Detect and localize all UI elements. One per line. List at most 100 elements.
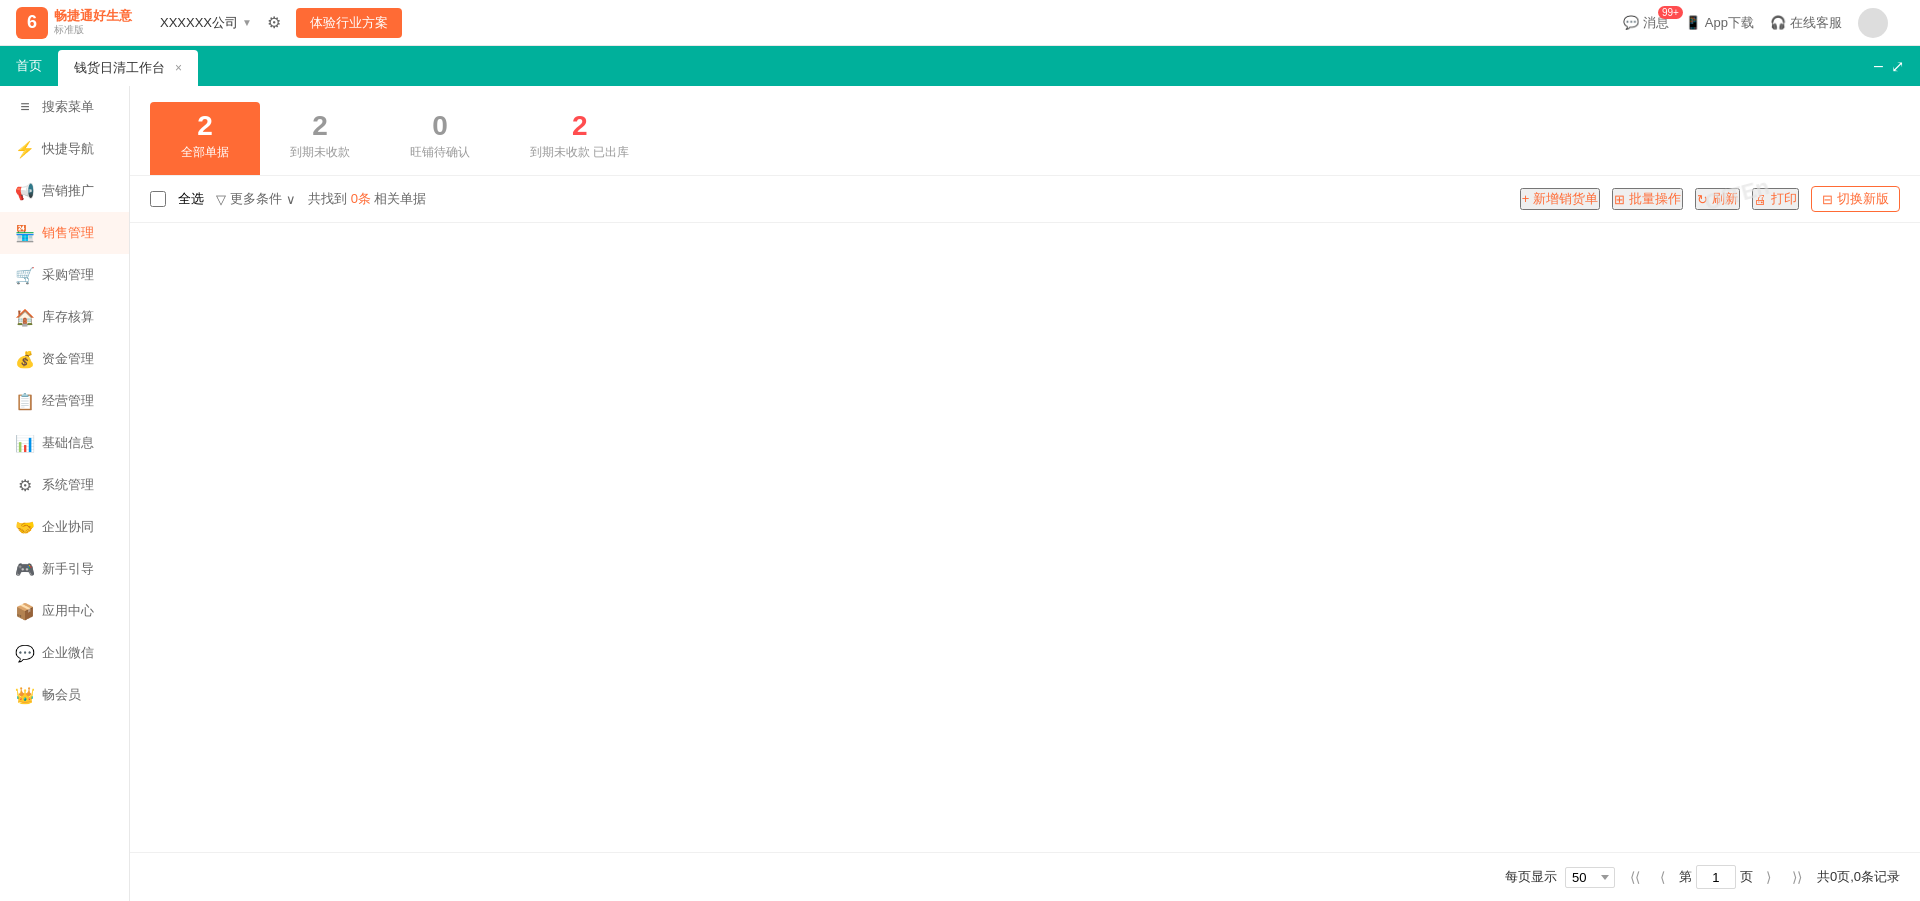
page-prev-button[interactable]: ⟨ — [1651, 865, 1675, 889]
page-last-button[interactable]: ⟩⟩ — [1785, 865, 1809, 889]
found-suffix: 相关单据 — [374, 191, 426, 206]
sidebar-item-member[interactable]: 👑 畅会员 — [0, 674, 129, 716]
switch-label: 切换新版 — [1837, 190, 1889, 208]
quick-nav-icon: ⚡ — [16, 140, 34, 158]
base-info-label: 基础信息 — [42, 434, 94, 452]
print-label: 打印 — [1771, 190, 1797, 208]
filter-label: 更多条件 — [230, 190, 282, 208]
stat-all-num: 2 — [197, 110, 213, 142]
stat-wangpu-label: 旺铺待确认 — [410, 144, 470, 161]
toolbar-left: 全选 ▽ 更多条件 ∨ 共找到 0条 相关单据 — [150, 190, 1508, 208]
page-first-button[interactable]: ⟨⟨ — [1623, 865, 1647, 889]
stat-overdue-label: 到期未收款 — [290, 144, 350, 161]
logo-title: 畅捷通好生意 — [54, 8, 132, 24]
home-tab-label: 首页 — [16, 57, 42, 75]
message-icon: 💬 — [1623, 15, 1639, 30]
stat-tab-all[interactable]: 2 全部单据 — [150, 102, 260, 175]
switch-new-version-button[interactable]: ⊟ 切换新版 — [1811, 186, 1900, 212]
sidebar-item-base-info[interactable]: 📊 基础信息 — [0, 422, 129, 464]
company-selector[interactable]: XXXXXX公司 ▼ — [160, 14, 252, 32]
sidebar-item-app-center[interactable]: 📦 应用中心 — [0, 590, 129, 632]
sidebar-item-inventory[interactable]: 🏠 库存核算 — [0, 296, 129, 338]
logo-text: 畅捷通好生意 标准版 — [54, 8, 132, 38]
header-right: 💬 消息 99+ 📱 App下载 🎧 在线客服 — [1623, 8, 1904, 38]
page-next-button[interactable]: ⟩ — [1757, 865, 1781, 889]
quick-nav-label: 快捷导航 — [42, 140, 94, 158]
stat-tab-wangpu[interactable]: 0 旺铺待确认 — [380, 102, 500, 175]
sidebar-item-system[interactable]: ⚙ 系统管理 — [0, 464, 129, 506]
app-download-button[interactable]: 📱 App下载 — [1685, 14, 1754, 32]
page-label: 第 — [1679, 868, 1692, 886]
enterprise-label: 企业协同 — [42, 518, 94, 536]
found-prefix: 共找到 — [308, 191, 347, 206]
tab-close-icon[interactable]: × — [175, 61, 182, 75]
message-badge: 99+ — [1658, 6, 1683, 19]
sidebar-item-sales[interactable]: 🏪 销售管理 — [0, 212, 129, 254]
online-service-label: 在线客服 — [1790, 14, 1842, 32]
tab-bar-right: – ⤢ — [1874, 57, 1920, 76]
trial-button[interactable]: 体验行业方案 — [296, 8, 402, 38]
enterprise-icon: 🤝 — [16, 518, 34, 536]
main-layout: ≡ 搜索菜单 ⚡ 快捷导航 📢 营销推广 🏪 销售管理 🛒 采购管理 🏠 库存核… — [0, 86, 1920, 901]
biz-label: 经营管理 — [42, 392, 94, 410]
sidebar-item-fund[interactable]: 💰 资金管理 — [0, 338, 129, 380]
avatar[interactable] — [1858, 8, 1888, 38]
inventory-icon: 🏠 — [16, 308, 34, 326]
app-center-label: 应用中心 — [42, 602, 94, 620]
tab-bar: 首页 钱货日清工作台 × – ⤢ — [0, 46, 1920, 86]
logo-area: 6 畅捷通好生意 标准版 — [16, 7, 132, 39]
filter-button[interactable]: ▽ 更多条件 ∨ — [216, 190, 296, 208]
tab-cash-daily[interactable]: 钱货日清工作台 × — [58, 50, 198, 86]
online-service-button[interactable]: 🎧 在线客服 — [1770, 14, 1842, 32]
print-button[interactable]: 🖨 打印 — [1752, 188, 1799, 210]
sidebar-item-newbie[interactable]: 🎮 新手引导 — [0, 548, 129, 590]
system-icon: ⚙ — [16, 476, 34, 494]
stat-shipped-label: 到期未收款 已出库 — [530, 144, 629, 161]
tab-minimize-icon[interactable]: – — [1874, 57, 1883, 75]
company-dropdown-icon: ▼ — [242, 17, 252, 28]
sidebar-item-marketing[interactable]: 📢 营销推广 — [0, 170, 129, 212]
system-label: 系统管理 — [42, 476, 94, 494]
logo-icon: 6 — [16, 7, 48, 39]
header: 6 畅捷通好生意 标准版 XXXXXX公司 ▼ ⚙ 体验行业方案 💬 消息 99… — [0, 0, 1920, 46]
per-page-select[interactable]: 20 50 100 — [1565, 867, 1615, 888]
search-menu-icon: ≡ — [16, 98, 34, 116]
page-input[interactable] — [1696, 865, 1736, 889]
marketing-icon: 📢 — [16, 182, 34, 200]
app-center-icon: 📦 — [16, 602, 34, 620]
message-button[interactable]: 💬 消息 99+ — [1623, 14, 1669, 32]
purchase-label: 采购管理 — [42, 266, 94, 284]
tab-maximize-icon[interactable]: ⤢ — [1891, 57, 1904, 76]
phone-icon: 📱 — [1685, 15, 1701, 30]
batch-operation-button[interactable]: ⊞ 批量操作 — [1612, 188, 1683, 210]
tab-home[interactable]: 首页 — [0, 46, 58, 86]
filter-icon: ▽ — [216, 192, 226, 207]
member-label: 畅会员 — [42, 686, 81, 704]
sidebar-item-enterprise[interactable]: 🤝 企业协同 — [0, 506, 129, 548]
settings-icon[interactable]: ⚙ — [260, 9, 288, 37]
sidebar-item-wechat[interactable]: 💬 企业微信 — [0, 632, 129, 674]
stat-tab-overdue-uncollected[interactable]: 2 到期未收款 — [260, 102, 380, 175]
sidebar-item-purchase[interactable]: 🛒 采购管理 — [0, 254, 129, 296]
marketing-label: 营销推广 — [42, 182, 94, 200]
refresh-button[interactable]: ↻ 刷新 — [1695, 188, 1740, 210]
toolbar-right: + 新增销货单 ⊞ 批量操作 ↻ 刷新 🖨 打印 ⊟ 切换新版 — [1520, 186, 1900, 212]
sidebar-item-search-menu[interactable]: ≡ 搜索菜单 — [0, 86, 129, 128]
stat-tab-shipped[interactable]: 2 到期未收款 已出库 — [500, 102, 659, 175]
sidebar-item-quick-nav[interactable]: ⚡ 快捷导航 — [0, 128, 129, 170]
select-all-label: 全选 — [178, 190, 204, 208]
print-icon: 🖨 — [1754, 192, 1767, 207]
stats-bar: 2 全部单据 2 到期未收款 0 旺铺待确认 2 到期未收款 已出库 — [130, 86, 1920, 175]
stat-all-label: 全部单据 — [181, 144, 229, 161]
total-records: 共0页,0条记录 — [1817, 868, 1900, 886]
select-all-checkbox[interactable] — [150, 191, 166, 207]
refresh-icon: ↻ — [1697, 192, 1708, 207]
headset-icon: 🎧 — [1770, 15, 1786, 30]
search-menu-label: 搜索菜单 — [42, 98, 94, 116]
sidebar-item-biz[interactable]: 📋 经营管理 — [0, 380, 129, 422]
add-sales-button[interactable]: + 新增销货单 — [1520, 188, 1600, 210]
sales-icon: 🏪 — [16, 224, 34, 242]
toolbar: 全选 ▽ 更多条件 ∨ 共找到 0条 相关单据 + 新增销货单 ⊞ 批量操作 — [130, 175, 1920, 223]
page-navigation: ⟨⟨ ⟨ 第 页 ⟩ ⟩⟩ — [1623, 865, 1809, 889]
table-area — [130, 223, 1920, 852]
